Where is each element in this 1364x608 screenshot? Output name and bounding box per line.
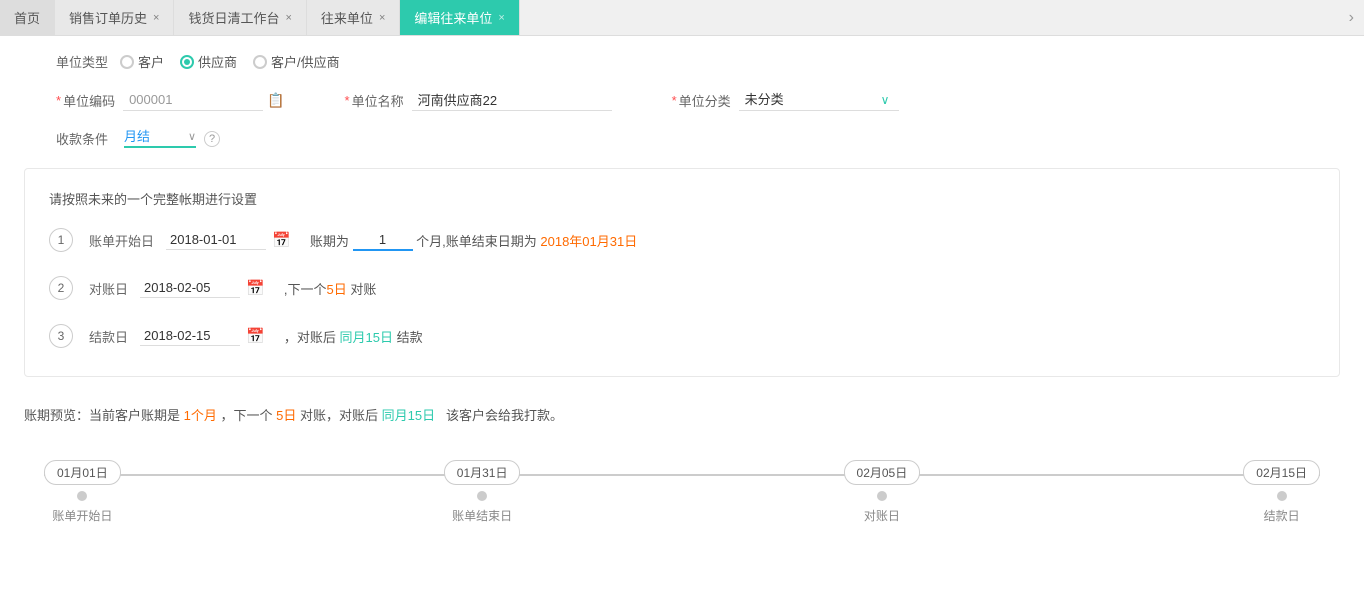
period-card-title: 请按照未来的一个完整帐期进行设置 (49, 189, 1315, 208)
period-label-1: 账单开始日 (89, 231, 154, 250)
close-sales-history-icon[interactable]: × (153, 12, 159, 24)
tl-dot-2 (477, 491, 487, 501)
tl-date-1: 01月01日 (44, 460, 121, 485)
period-num-1: 1 (49, 228, 73, 252)
payment-condition-select[interactable]: 月结 (124, 129, 184, 144)
preview-text: 账期预览：当前客户账期是 1个月 ，下一个 5日 对账，对账后 同月15日 该客… (24, 405, 1340, 424)
preview-highlight2: 5日 (276, 408, 296, 423)
period-label-2: 对账日 (89, 279, 128, 298)
unit-code-group: * 单位编码 📋 (56, 89, 285, 111)
period-date-input-1[interactable] (166, 230, 266, 250)
tl-dot-1 (77, 491, 87, 501)
close-counterparty-icon[interactable]: × (379, 12, 385, 24)
period-row-2: 2 对账日 📅 ,下一个5日 对账 (49, 276, 1315, 300)
tab-counterparty[interactable]: 往来单位 × (307, 0, 400, 35)
radio-customer[interactable]: 客户 (120, 52, 164, 71)
tl-label-2: 账单结束日 (452, 507, 512, 524)
unit-category-label: 单位分类 (679, 91, 731, 110)
tl-node-3: 02月05日 对账日 (844, 460, 921, 524)
period-end-date: 2018年01月31日 (540, 231, 637, 250)
unit-code-label: 单位编码 (63, 91, 115, 110)
period-num-2: 2 (49, 276, 73, 300)
timeline-nodes: 01月01日 账单开始日 01月31日 账单结束日 02月05日 对账日 (44, 460, 1320, 524)
unit-category-group: * 单位分类 未分类 ∨ (672, 89, 890, 111)
period-row-1: 1 账单开始日 📅 账期为 个月,账单结束日期为 2018年01月31日 (49, 228, 1315, 252)
radio-supplier-circle (180, 55, 194, 69)
unit-name-input[interactable] (412, 89, 612, 111)
period-row-3: 3 结款日 📅 ，对账后 同月15日 结款 (49, 324, 1315, 348)
period-desc-1: 账期为 个月,账单结束日期为 2018年01月31日 (303, 230, 638, 251)
timeline-container: 01月01日 账单开始日 01月31日 账单结束日 02月05日 对账日 (24, 444, 1340, 524)
unit-category-select[interactable]: 未分类 (739, 89, 899, 111)
period-card: 请按照未来的一个完整帐期进行设置 1 账单开始日 📅 账期为 个月,账单结束日期… (24, 168, 1340, 377)
unit-type-label: 单位类型 (56, 52, 108, 71)
radio-both-circle (253, 55, 267, 69)
tab-more-button[interactable]: › (1339, 9, 1364, 27)
tab-sales-history[interactable]: 销售订单历史 × (55, 0, 174, 35)
unit-type-radio-group: 客户 供应商 客户/供应商 (120, 52, 340, 71)
tl-label-4: 结款日 (1264, 507, 1300, 524)
period-pay-day: 同月15日 (340, 327, 393, 346)
calendar-icon-1[interactable]: 📅 (272, 231, 291, 249)
period-date-input-2[interactable] (140, 278, 240, 298)
tl-date-3: 02月05日 (844, 460, 921, 485)
calendar-icon-3[interactable]: 📅 (246, 327, 265, 345)
period-label-3: 结款日 (89, 327, 128, 346)
tab-cash-work[interactable]: 钱货日清工作台 × (174, 0, 306, 35)
tl-label-3: 对账日 (864, 507, 900, 524)
radio-customer-circle (120, 55, 134, 69)
close-cash-work-icon[interactable]: × (285, 12, 291, 24)
payment-condition-row: 收款条件 月结 ∨ ? (56, 129, 1340, 148)
period-num-3: 3 (49, 324, 73, 348)
tl-dot-3 (877, 491, 887, 501)
period-desc-2: ,下一个5日 对账 (277, 279, 377, 298)
tab-home[interactable]: 首页 (0, 0, 55, 35)
calendar-icon-code[interactable]: 📋 (267, 92, 284, 109)
tl-label-1: 账单开始日 (52, 507, 112, 524)
calendar-icon-2[interactable]: 📅 (246, 279, 265, 297)
payment-chevron-icon: ∨ (188, 130, 196, 143)
unit-info-row: * 单位编码 📋 * 单位名称 * 单位分类 未分类 ∨ (56, 89, 1340, 111)
close-edit-counterparty-icon[interactable]: × (498, 12, 504, 24)
radio-both[interactable]: 客户/供应商 (253, 52, 340, 71)
tl-date-2: 01月31日 (444, 460, 521, 485)
unit-name-group: * 单位名称 (345, 89, 612, 111)
period-months-input[interactable] (353, 230, 413, 251)
tab-bar: 首页 销售订单历史 × 钱货日清工作台 × 往来单位 × 编辑往来单位 × › (0, 0, 1364, 36)
radio-supplier[interactable]: 供应商 (180, 52, 237, 71)
unit-category-dropdown: 未分类 ∨ (739, 89, 890, 111)
preview-section: 账期预览：当前客户账期是 1个月 ，下一个 5日 对账，对账后 同月15日 该客… (24, 393, 1340, 532)
period-next-day: 5日 (327, 279, 347, 298)
help-icon[interactable]: ? (204, 131, 220, 147)
unit-name-label: 单位名称 (352, 91, 404, 110)
period-date-input-3[interactable] (140, 326, 240, 346)
unit-type-row: 单位类型 客户 供应商 客户/供应商 (56, 52, 1340, 71)
tl-node-1: 01月01日 账单开始日 (44, 460, 121, 524)
preview-highlight1: 1个月 (184, 408, 217, 423)
tl-node-2: 01月31日 账单结束日 (444, 460, 521, 524)
unit-code-input[interactable] (123, 89, 263, 111)
tl-dot-4 (1277, 491, 1287, 501)
preview-highlight3: 同月15日 (382, 408, 435, 423)
main-content: 单位类型 客户 供应商 客户/供应商 * 单位编码 📋 * (0, 36, 1364, 608)
period-desc-3: ，对账后 同月15日 结款 (277, 327, 423, 346)
payment-select-wrapper: 月结 ∨ (124, 129, 196, 148)
tl-node-4: 02月15日 结款日 (1243, 460, 1320, 524)
tab-edit-counterparty[interactable]: 编辑往来单位 × (400, 0, 519, 35)
payment-condition-label: 收款条件 (56, 129, 108, 148)
tl-date-4: 02月15日 (1243, 460, 1320, 485)
